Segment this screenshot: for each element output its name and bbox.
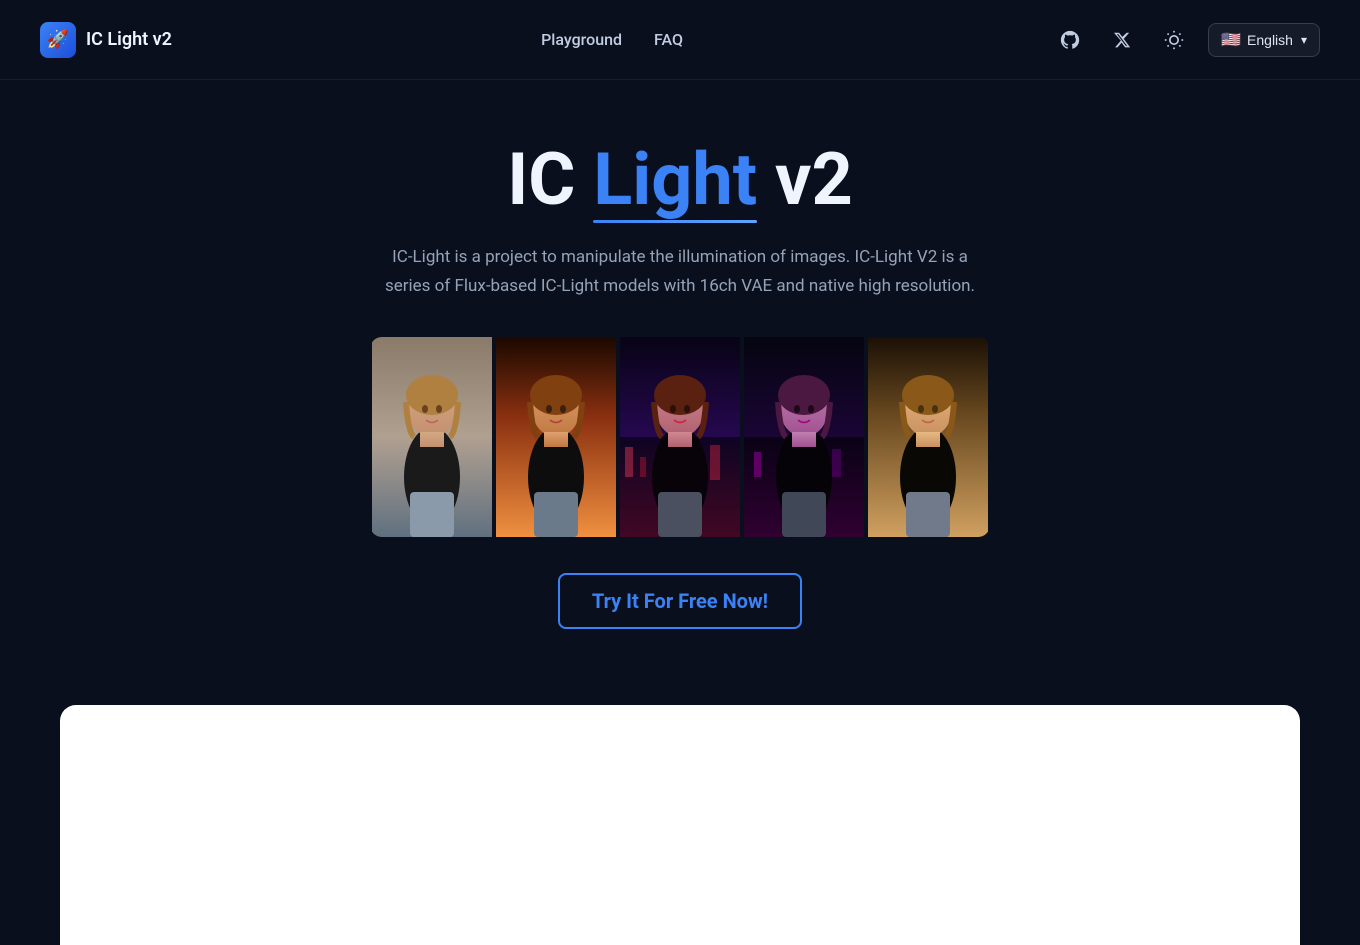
demo-image-strip: [370, 337, 990, 537]
nav-playground-link[interactable]: Playground: [541, 30, 622, 49]
demo-image-5: [866, 337, 990, 537]
demo-image-4: [742, 337, 866, 537]
flag-icon: 🇺🇸: [1221, 30, 1241, 50]
language-label: English: [1247, 32, 1293, 48]
cta-container: Try It For Free Now!: [20, 573, 1340, 629]
twitter-x-button[interactable]: [1104, 22, 1140, 58]
language-selector[interactable]: 🇺🇸 English ▾: [1208, 23, 1320, 57]
x-icon: [1113, 31, 1131, 49]
playground-section: [60, 705, 1300, 945]
hero-title: IC Light v2: [20, 140, 1340, 219]
nav-links: Playground FAQ: [541, 30, 683, 49]
navbar: 🚀 IC Light v2 Playground FAQ: [0, 0, 1360, 80]
nav-faq-link[interactable]: FAQ: [654, 30, 683, 49]
demo-image-1: [370, 337, 494, 537]
github-icon: [1059, 29, 1081, 51]
hero-title-prefix: IC: [507, 137, 593, 222]
hero-title-highlight: Light: [593, 140, 757, 219]
nav-actions: 🇺🇸 English ▾: [1052, 22, 1320, 58]
chevron-down-icon: ▾: [1301, 33, 1307, 47]
sun-icon: [1164, 30, 1184, 50]
hero-section: IC Light v2 IC-Light is a project to man…: [0, 80, 1360, 705]
github-button[interactable]: [1052, 22, 1088, 58]
cta-button[interactable]: Try It For Free Now!: [558, 573, 802, 629]
hero-description: IC-Light is a project to manipulate the …: [380, 243, 980, 301]
demo-image-3: [618, 337, 742, 537]
demo-image-2: [494, 337, 618, 537]
logo-text: IC Light v2: [86, 29, 172, 50]
hero-title-suffix: v2: [757, 137, 853, 222]
theme-toggle-button[interactable]: [1156, 22, 1192, 58]
logo-link[interactable]: 🚀 IC Light v2: [40, 22, 172, 58]
logo-icon: 🚀: [40, 22, 76, 58]
